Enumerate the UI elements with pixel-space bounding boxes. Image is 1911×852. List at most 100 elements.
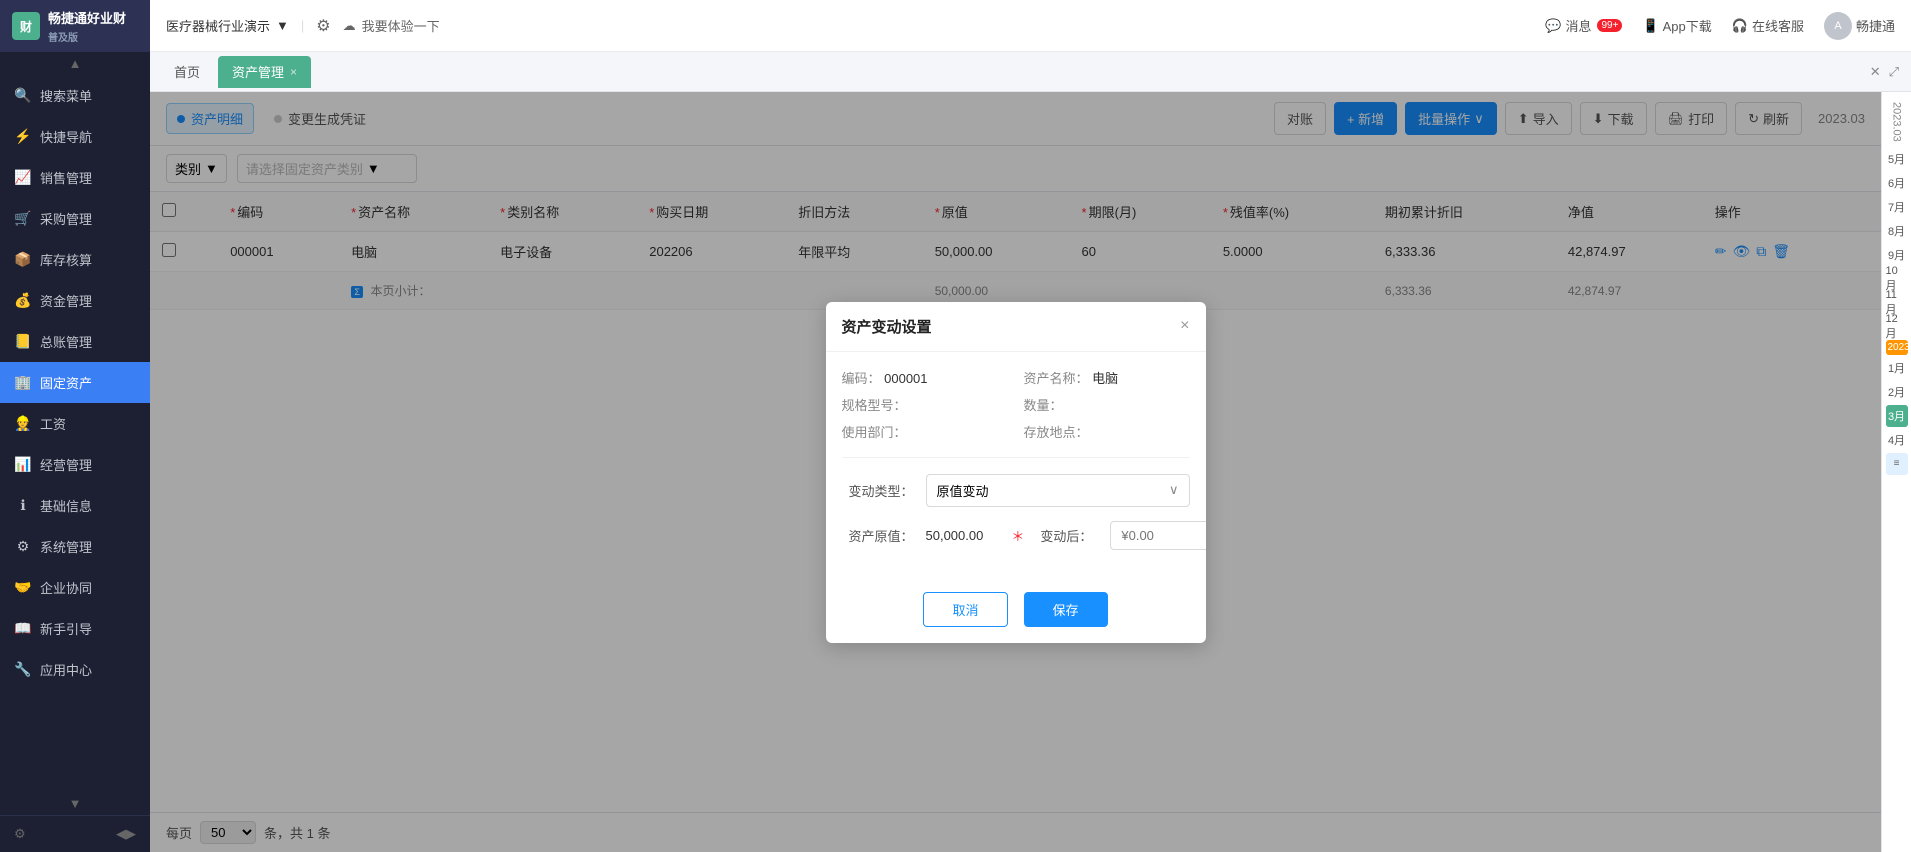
month-2[interactable]: 2月 <box>1886 381 1908 403</box>
settings-icon[interactable]: ⚙ <box>14 826 26 842</box>
sidebar-logo: 财 畅捷通好业财 普及版 <box>0 0 150 52</box>
sidebar-bottom: ⚙ ◀▶ <box>0 815 150 852</box>
window-maximize-icon[interactable]: ⤢ <box>1889 64 1899 80</box>
ledger-icon: 📒 <box>14 333 32 350</box>
tab-home[interactable]: 首页 <box>160 56 214 88</box>
modal-spec-label: 规格型号： <box>842 398 907 413</box>
sidebar-scroll-up[interactable]: ▲ <box>0 52 150 75</box>
month-1[interactable]: 1月 <box>1886 357 1908 379</box>
month-7[interactable]: 7月 <box>1886 196 1908 218</box>
app-name: 畅捷通好业财 <box>48 8 126 27</box>
collapse-icon[interactable]: ◀▶ <box>116 826 136 842</box>
modal-overlay: 资产变动设置 × 编码： 000001 资产名称： 电脑 <box>150 92 1881 852</box>
company-chevron-icon: ▼ <box>276 18 289 33</box>
year-label: 2023.03 <box>1889 98 1905 146</box>
sidebar-item-apps[interactable]: 🔧 应用中心 <box>0 649 150 690</box>
sidebar-item-label: 基础信息 <box>40 496 92 515</box>
quicknav-icon: ⚡ <box>14 128 32 145</box>
modal-code-label: 编码： <box>842 371 881 386</box>
month-10[interactable]: 10月 <box>1886 268 1908 290</box>
system-icon: ⚙ <box>14 538 32 555</box>
modal-info-grid: 编码： 000001 资产名称： 电脑 规格型号： <box>842 368 1190 458</box>
modal-quantity-item: 数量： <box>1024 395 1190 414</box>
app-download-btn[interactable]: 📱 App下载 <box>1642 16 1711 35</box>
modal-name-item: 资产名称： 电脑 <box>1024 368 1190 387</box>
content-area: 资产明细 变更生成凭证 对账 + 新增 批量操作 ∨ <box>150 92 1911 852</box>
sidebar-item-system[interactable]: ⚙ 系统管理 <box>0 526 150 567</box>
sidebar: 财 畅捷通好业财 普及版 ▲ 🔍 搜索菜单 ⚡ 快捷导航 📈 销售管理 🛒 采购… <box>0 0 150 852</box>
modal-title: 资产变动设置 <box>842 316 932 337</box>
topbar-right: 💬 消息 99+ 📱 App下载 🎧 在线客服 A 畅捷通 <box>1545 12 1895 40</box>
modal-body: 编码： 000001 资产名称： 电脑 规格型号： <box>826 352 1206 580</box>
apps-icon: 🔧 <box>14 661 32 678</box>
modal-footer: 取消 保存 <box>826 580 1206 643</box>
tab-asset-management[interactable]: 资产管理 × <box>218 56 311 88</box>
tab-close-icon[interactable]: × <box>290 65 297 79</box>
sidebar-item-payroll[interactable]: 👷 工资 <box>0 403 150 444</box>
experience-btn[interactable]: ☁ 我要体验一下 <box>343 16 440 35</box>
sidebar-item-enterprise[interactable]: 🤝 企业协同 <box>0 567 150 608</box>
month-8[interactable]: 8月 <box>1886 220 1908 242</box>
after-value-input[interactable] <box>1110 521 1205 550</box>
sidebar-item-label: 系统管理 <box>40 537 92 556</box>
month-12[interactable]: 12月 <box>1886 316 1908 338</box>
modal-name-label: 资产名称： <box>1024 371 1089 386</box>
change-type-label: 变动类型： <box>842 481 914 500</box>
tab-asset-label: 资产管理 <box>232 62 284 81</box>
sidebar-item-basic-info[interactable]: ℹ 基础信息 <box>0 485 150 526</box>
after-required-mark: ＊ <box>1011 526 1024 545</box>
month-4[interactable]: 4月 <box>1886 429 1908 451</box>
month-9[interactable]: 9月 <box>1886 244 1908 266</box>
sidebar-item-management[interactable]: 📊 经营管理 <box>0 444 150 485</box>
sidebar-item-label: 新手引导 <box>40 619 92 638</box>
sidebar-item-finance[interactable]: 💰 资金管理 <box>0 280 150 321</box>
month-5[interactable]: 5月 <box>1886 148 1908 170</box>
company-selector[interactable]: 医疗器械行业演示 ▼ <box>166 16 289 35</box>
messages-btn[interactable]: 💬 消息 99+ <box>1545 16 1622 35</box>
sidebar-item-search[interactable]: 🔍 搜索菜单 <box>0 75 150 116</box>
change-type-select[interactable]: 原值变动 ∨ <box>926 474 1190 507</box>
sidebar-item-label: 总账管理 <box>40 332 92 351</box>
message-icon: 💬 <box>1545 18 1561 34</box>
window-minimize-icon[interactable]: ✕ <box>1870 64 1881 80</box>
modal-close-icon[interactable]: × <box>1180 317 1189 335</box>
asset-change-modal: 资产变动设置 × 编码： 000001 资产名称： 电脑 <box>826 302 1206 643</box>
sidebar-nav: 🔍 搜索菜单 ⚡ 快捷导航 📈 销售管理 🛒 采购管理 📦 库存核算 💰 资金管… <box>0 75 150 792</box>
sidebar-item-label: 采购管理 <box>40 209 92 228</box>
online-service-btn[interactable]: 🎧 在线客服 <box>1732 16 1804 35</box>
sidebar-item-guide[interactable]: 📖 新手引导 <box>0 608 150 649</box>
fixed-assets-icon: 🏢 <box>14 374 32 391</box>
user-name: 畅捷通 <box>1856 16 1895 35</box>
user-profile[interactable]: A 畅捷通 <box>1824 12 1895 40</box>
sidebar-item-inventory[interactable]: 📦 库存核算 <box>0 239 150 280</box>
sidebar-item-sales[interactable]: 📈 销售管理 <box>0 157 150 198</box>
sidebar-item-label: 库存核算 <box>40 250 92 269</box>
sidebar-item-label: 工资 <box>40 414 66 433</box>
online-service-label: 在线客服 <box>1752 16 1804 35</box>
year-badge: 2023 <box>1886 340 1908 355</box>
sidebar-item-ledger[interactable]: 📒 总账管理 <box>0 321 150 362</box>
cancel-label: 取消 <box>952 603 978 618</box>
sidebar-item-label: 资金管理 <box>40 291 92 310</box>
modal-spec-item: 规格型号： <box>842 395 1008 414</box>
expand-calendar-btn[interactable]: ≡ <box>1886 453 1908 475</box>
sidebar-item-purchase[interactable]: 🛒 采购管理 <box>0 198 150 239</box>
inventory-icon: 📦 <box>14 251 32 268</box>
window-controls: ✕ ⤢ <box>1870 64 1911 80</box>
month-11[interactable]: 11月 <box>1886 292 1908 314</box>
sidebar-item-fixed-assets[interactable]: 🏢 固定资产 <box>0 362 150 403</box>
sidebar-scroll-down[interactable]: ▼ <box>0 792 150 815</box>
topbar-settings-icon[interactable]: ⚙ <box>316 16 330 36</box>
month-3-current[interactable]: 3月 <box>1886 405 1908 427</box>
app-edition: 普及版 <box>48 29 126 44</box>
enterprise-icon: 🤝 <box>14 579 32 596</box>
cancel-button[interactable]: 取消 <box>923 592 1007 627</box>
main-area: 医疗器械行业演示 ▼ | ⚙ ☁ 我要体验一下 💬 消息 99+ 📱 App下载… <box>150 0 1911 852</box>
payroll-icon: 👷 <box>14 415 32 432</box>
finance-icon: 💰 <box>14 292 32 309</box>
management-icon: 📊 <box>14 456 32 473</box>
sidebar-item-quicknav[interactable]: ⚡ 快捷导航 <box>0 116 150 157</box>
month-6[interactable]: 6月 <box>1886 172 1908 194</box>
sales-icon: 📈 <box>14 169 32 186</box>
save-button[interactable]: 保存 <box>1024 592 1108 627</box>
